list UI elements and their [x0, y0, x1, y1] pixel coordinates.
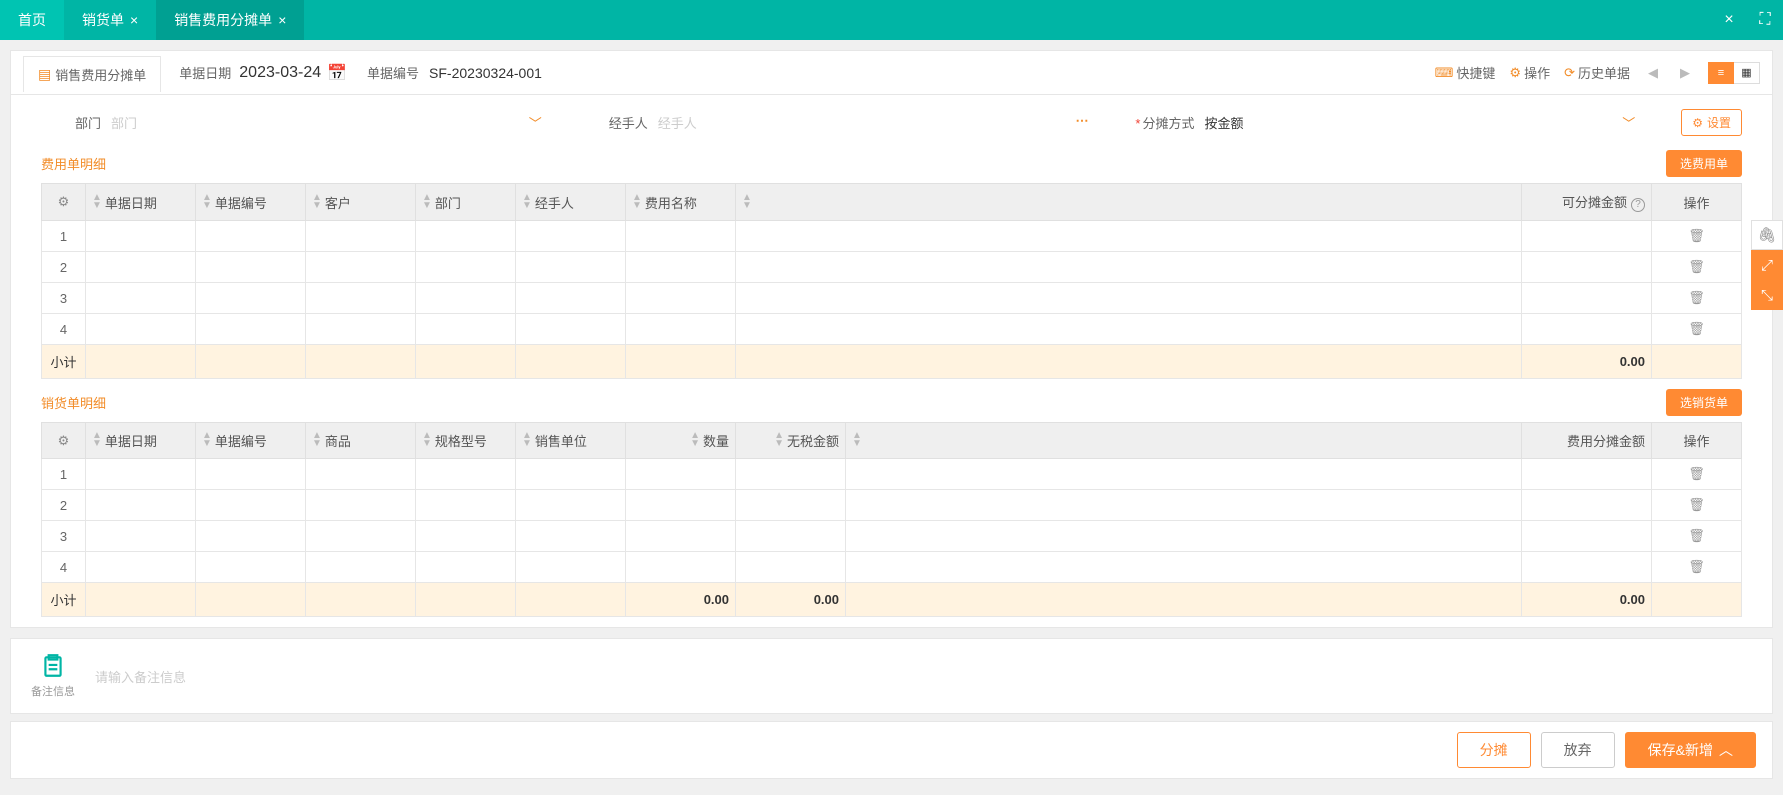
window-close-button[interactable]: × [1711, 0, 1747, 40]
table-row[interactable]: 1🗑 [42, 221, 1742, 252]
subtotal-row: 小计0.00 [42, 345, 1742, 379]
table-row[interactable]: 4🗑 [42, 552, 1742, 583]
alloc-method-label: *分摊方式 [1134, 113, 1194, 132]
keyboard-icon: ⌨ [1435, 65, 1454, 81]
view-list-button[interactable]: ≡ [1708, 62, 1734, 84]
table-row[interactable]: 1🗑 [42, 459, 1742, 490]
gear-icon: ⚙ [1509, 65, 1521, 81]
dept-select[interactable]: 部门﹀ [111, 113, 548, 132]
gear-icon[interactable]: ⚙ [58, 433, 70, 448]
table-row[interactable]: 2🗑 [42, 252, 1742, 283]
help-icon[interactable]: ? [1631, 198, 1645, 212]
settings-button[interactable]: ⚙设置 [1681, 109, 1742, 136]
delete-icon[interactable]: 🗑 [1688, 259, 1705, 274]
table-row[interactable]: 3🗑 [42, 283, 1742, 314]
more-icon: ⋯ [1075, 113, 1088, 129]
gear-icon[interactable]: ⚙ [58, 194, 70, 209]
clipboard-icon [40, 653, 66, 679]
sales-table: ⚙ ▲▼单据日期 ▲▼单据编号 ▲▼商品 ▲▼规格型号 ▲▼销售单位 ▲▼数量 … [41, 422, 1742, 617]
prev-icon[interactable]: ◀ [1644, 65, 1662, 81]
top-tab-bar: 首页 销货单× 销售费用分摊单× × ⛶ [0, 0, 1783, 40]
delete-icon[interactable]: 🗑 [1688, 466, 1705, 481]
date-label: 单据日期 [179, 63, 231, 82]
expense-section-title: 费用单明细 [41, 154, 106, 173]
delete-icon[interactable]: 🗑 [1688, 559, 1705, 574]
delete-icon[interactable]: 🗑 [1688, 321, 1705, 336]
gear-icon: ⚙ [1692, 116, 1703, 130]
table-row[interactable]: 4🗑 [42, 314, 1742, 345]
operate-button[interactable]: ⚙操作 [1509, 63, 1550, 82]
attachment-rail-button[interactable]: 🖇 [1751, 220, 1783, 250]
delete-icon[interactable]: 🗑 [1688, 290, 1705, 305]
subtotal-row: 小计0.000.000.00 [42, 583, 1742, 617]
tab-sales-order[interactable]: 销货单× [64, 0, 156, 40]
table-row[interactable]: 3🗑 [42, 521, 1742, 552]
history-button[interactable]: ⟳历史单据 [1564, 63, 1630, 82]
document-icon: ▤ [38, 66, 51, 83]
doc-type-tab[interactable]: ▤销售费用分摊单 [23, 56, 161, 92]
delete-icon[interactable]: 🗑 [1688, 497, 1705, 512]
discard-button[interactable]: 放弃 [1541, 732, 1615, 768]
alloc-method-select[interactable]: 按金额﹀ [1204, 113, 1641, 132]
remark-icon-block: 备注信息 [31, 653, 75, 699]
save-and-new-button[interactable]: 保存&新增︿ [1625, 732, 1756, 768]
allocate-button[interactable]: 分摊 [1457, 732, 1531, 768]
history-icon: ⟳ [1564, 65, 1575, 81]
handler-label: 经手人 [588, 113, 648, 132]
fullscreen-rail-button[interactable]: ⤡ [1751, 280, 1783, 310]
shortcut-button[interactable]: ⌨快捷键 [1435, 63, 1496, 82]
dept-label: 部门 [41, 113, 101, 132]
expense-table: ⚙ ▲▼单据日期 ▲▼单据编号 ▲▼客户 ▲▼部门 ▲▼经手人 ▲▼费用名称 ▲… [41, 183, 1742, 379]
footer-bar: 分摊 放弃 保存&新增︿ [10, 721, 1773, 779]
window-expand-button[interactable]: ⛶ [1747, 0, 1783, 40]
table-row[interactable]: 2🗑 [42, 490, 1742, 521]
delete-icon[interactable]: 🗑 [1688, 528, 1705, 543]
select-expense-button[interactable]: 选费用单 [1666, 150, 1742, 177]
chevron-up-icon: ︿ [1719, 740, 1733, 760]
chevron-down-icon: ﹀ [529, 113, 542, 132]
delete-icon[interactable]: 🗑 [1688, 228, 1705, 243]
remark-input[interactable]: 请输入备注信息 [95, 667, 1752, 686]
chevron-down-icon: ﹀ [1622, 113, 1635, 132]
handler-input[interactable]: 经手人⋯ [658, 113, 1095, 132]
select-sales-button[interactable]: 选销货单 [1666, 389, 1742, 416]
close-icon[interactable]: × [278, 12, 286, 28]
doc-no-label: 单据编号 [367, 63, 419, 82]
calendar-icon[interactable]: 📅 [327, 63, 347, 83]
tab-expense-allocation[interactable]: 销售费用分摊单× [156, 0, 304, 40]
sales-section-title: 销货单明细 [41, 393, 106, 412]
close-icon[interactable]: × [130, 12, 138, 28]
view-grid-button[interactable]: ▦ [1734, 62, 1760, 84]
next-icon[interactable]: ▶ [1676, 65, 1694, 81]
doc-no-value: SF-20230324-001 [429, 65, 542, 81]
tab-home[interactable]: 首页 [0, 0, 64, 40]
expand-rail-button[interactable]: ⤢ [1751, 250, 1783, 280]
date-value[interactable]: 2023-03-24 [239, 64, 321, 82]
